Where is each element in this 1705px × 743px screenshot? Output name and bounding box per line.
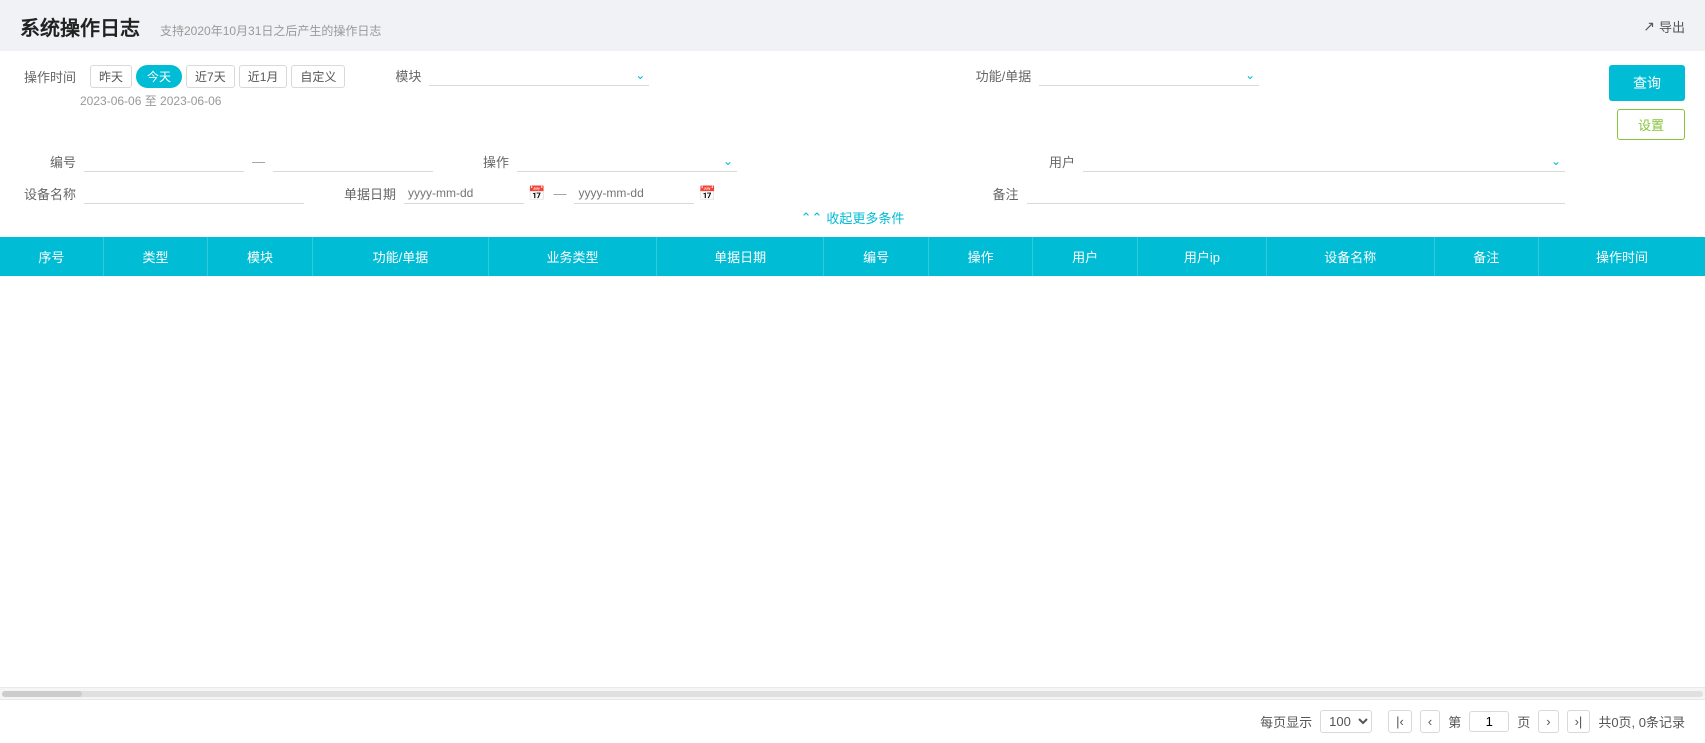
export-button[interactable]: ↗ 导出 [1643,17,1685,36]
next-page-button[interactable]: › [1538,710,1558,733]
col-header-biz-type: 业务类型 [489,237,657,276]
col-header-user-ip: 用户ip [1137,237,1266,276]
op-chevron-icon: ⌄ [723,154,733,168]
page-subtitle: 支持2020年10月31日之后产生的操作日志 [160,22,381,39]
col-header-seq: 序号 [0,237,103,276]
device-filter-col: 设备名称 [20,182,320,204]
user-dropdown[interactable]: ⌄ [1083,151,1565,172]
page-title: 系统操作日志 [20,12,140,41]
func-label: 功能/单据 [975,66,1031,85]
user-filter-col: 用户 ⌄ [1019,151,1565,172]
collapse-label: 收起更多条件 [826,208,904,227]
col-header-device: 设备名称 [1266,237,1434,276]
filter-section: 操作时间 昨天 今天 近7天 近1月 自定义 2023-06-06 至 2023… [0,51,1705,237]
date-filter-col: 单据日期 📅 — 📅 [340,183,943,204]
col-header-op-time: 操作时间 [1539,237,1705,276]
remark-input[interactable] [1027,182,1566,204]
collapse-bar: ⌃⌃ 收起更多条件 [0,204,1705,237]
device-input[interactable] [84,182,304,204]
time-range-text: 2023-06-06 至 2023-06-06 [80,94,221,108]
module-dropdown[interactable]: ⌄ [429,65,649,86]
query-button[interactable]: 查询 [1609,65,1685,101]
page-size-select[interactable]: 100 50 200 [1320,710,1372,733]
calendar-end-icon[interactable]: 📅 [698,185,715,202]
time-btn-custom[interactable]: 自定义 [291,65,345,88]
num-label: 编号 [20,152,76,171]
export-icon: ↗ [1643,18,1655,35]
col-header-op: 操作 [928,237,1032,276]
pagination-bar: 每页显示 100 50 200 |‹ ‹ 第 页 › ›| 共0页, 0条记录 [0,699,1705,743]
collapse-button[interactable]: ⌃⌃ 收起更多条件 [801,208,905,227]
time-filter-group: 昨天 今天 近7天 近1月 自定义 [90,65,345,88]
date-end-group: 📅 [574,183,715,204]
user-chevron-icon: ⌄ [1551,154,1561,168]
page-number-input[interactable] [1469,711,1509,732]
empty-state [0,276,1705,626]
filter-row-1: 操作时间 昨天 今天 近7天 近1月 自定义 2023-06-06 至 2023… [0,51,1705,140]
time-btn-yesterday[interactable]: 昨天 [90,65,132,88]
func-chevron-icon: ⌄ [1245,68,1255,82]
time-btn-today[interactable]: 今天 [136,65,182,88]
date-start-input[interactable] [404,183,524,204]
last-page-button[interactable]: ›| [1567,710,1591,733]
col-header-doc-date: 单据日期 [656,237,824,276]
op-label: 操作 [453,152,509,171]
scrollbar-thumb[interactable] [2,691,82,697]
settings-button[interactable]: 设置 [1617,109,1685,140]
date-label: 单据日期 [340,184,396,203]
module-filter-col: 模块 ⌄ [365,65,955,86]
header-left: 系统操作日志 支持2020年10月31日之后产生的操作日志 [20,12,381,41]
func-filter-col: 功能/单据 ⌄ [975,65,1565,86]
scrollbar-track[interactable] [2,691,1703,697]
num-filter-col: 编号 — [20,150,433,172]
filter-row-2: 编号 — 操作 ⌄ 用户 ⌄ [0,140,1705,172]
module-chevron-icon: ⌄ [635,68,645,82]
page-unit: 页 [1517,712,1530,731]
module-label: 模块 [365,66,421,85]
total-summary: 共0页, 0条记录 [1598,712,1685,731]
col-header-type: 类型 [103,237,207,276]
user-label: 用户 [1019,152,1075,171]
calendar-start-icon[interactable]: 📅 [528,185,545,202]
table-header-row: 序号 类型 模块 功能/单据 业务类型 单据日期 编号 操作 用户 用户ip 设… [0,237,1705,276]
date-dash: — [553,186,566,201]
data-table: 序号 类型 模块 功能/单据 业务类型 单据日期 编号 操作 用户 用户ip 设… [0,237,1705,276]
prev-page-button[interactable]: ‹ [1420,710,1440,733]
col-header-user: 用户 [1033,237,1137,276]
time-filter-col: 操作时间 昨天 今天 近7天 近1月 自定义 2023-06-06 至 2023… [20,65,345,109]
time-btn-7days[interactable]: 近7天 [186,65,235,88]
device-label: 设备名称 [20,184,76,203]
action-buttons: 查询 设置 [1585,65,1685,140]
horizontal-scrollbar[interactable] [0,687,1705,699]
col-header-module: 模块 [208,237,312,276]
collapse-chevron-icon: ⌃⌃ [801,210,823,226]
col-header-num: 编号 [824,237,928,276]
page-wrapper: 系统操作日志 支持2020年10月31日之后产生的操作日志 ↗ 导出 操作时间 … [0,0,1705,743]
func-dropdown[interactable]: ⌄ [1039,65,1259,86]
first-page-button[interactable]: |‹ [1388,710,1412,733]
op-dropdown[interactable]: ⌄ [517,151,737,172]
date-start-group: 📅 [404,183,545,204]
table-wrapper: 序号 类型 模块 功能/单据 业务类型 单据日期 编号 操作 用户 用户ip 设… [0,237,1705,687]
export-label: 导出 [1659,17,1685,36]
remark-filter-col: 备注 [963,182,1566,204]
num-dash: — [252,154,265,169]
page-label: 第 [1448,712,1461,731]
page-size-label: 每页显示 [1260,712,1312,731]
col-header-remark: 备注 [1434,237,1538,276]
num-end-input[interactable] [273,150,433,172]
op-filter-col: 操作 ⌄ [453,151,999,172]
filter-row-3: 设备名称 单据日期 📅 — 📅 备注 [0,172,1705,204]
num-start-input[interactable] [84,150,244,172]
time-btn-1month[interactable]: 近1月 [239,65,288,88]
date-end-input[interactable] [574,183,694,204]
page-header: 系统操作日志 支持2020年10月31日之后产生的操作日志 ↗ 导出 [0,0,1705,51]
time-label: 操作时间 [20,67,76,86]
remark-label: 备注 [963,184,1019,203]
col-header-func: 功能/单据 [312,237,488,276]
